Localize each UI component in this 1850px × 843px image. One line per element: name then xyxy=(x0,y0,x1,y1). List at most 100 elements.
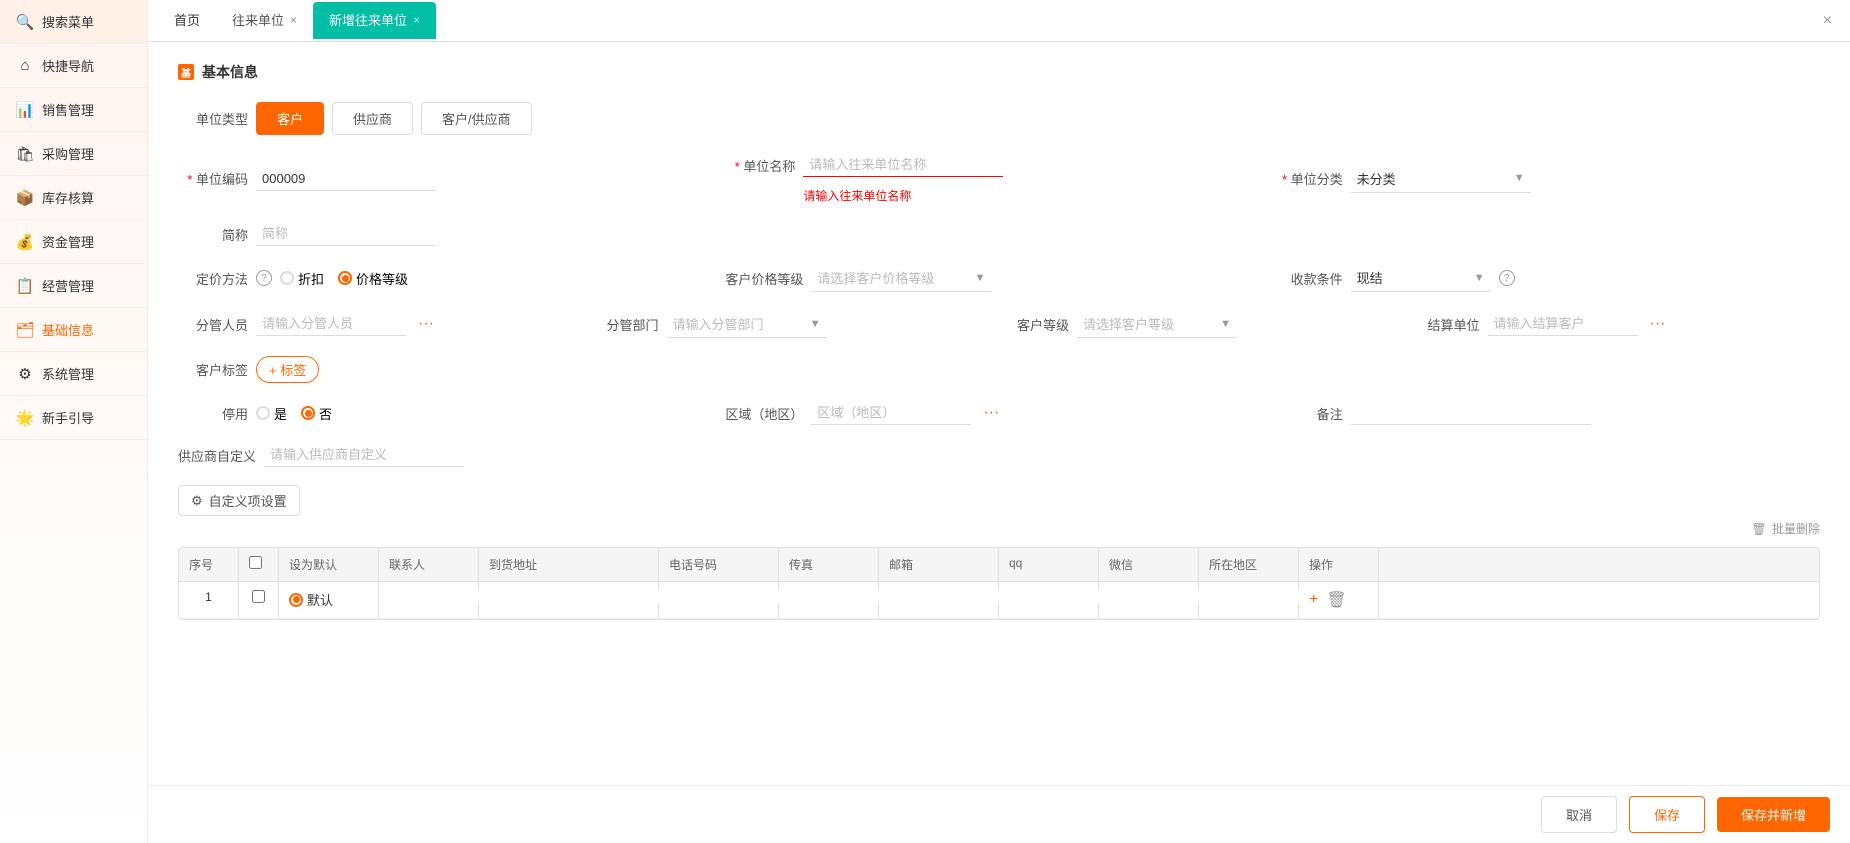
payment-terms-field: 收款条件 现结 ▼ ? xyxy=(1273,264,1820,292)
td-email[interactable] xyxy=(879,582,999,618)
short-name-input[interactable] xyxy=(256,222,436,246)
unit-type-both-btn[interactable]: 客户/供应商 xyxy=(421,102,532,135)
sidebar-item-operations[interactable]: 📋 经营管理 xyxy=(0,264,147,308)
unit-code-label: 单位编码 xyxy=(178,169,248,188)
row-delete-button[interactable]: 🗑 xyxy=(1326,590,1346,610)
settlement-unit-input[interactable] xyxy=(1488,312,1638,336)
sidebar-item-system[interactable]: ⚙ 系统管理 xyxy=(0,352,147,396)
tab-new-partner[interactable]: 新增往来单位 × xyxy=(313,2,436,39)
disabled-no-option[interactable]: 否 xyxy=(301,404,332,423)
fax-input[interactable] xyxy=(789,590,879,604)
sidebar-item-guide[interactable]: 🌟 新手引导 xyxy=(0,396,147,440)
sidebar-item-quicknav[interactable]: ⌂ 快捷导航 xyxy=(0,44,147,88)
disabled-no-radio xyxy=(301,406,315,420)
department-select[interactable]: 请输入分管部门 ▼ xyxy=(667,310,827,338)
region-input[interactable] xyxy=(811,401,971,425)
unit-type-buttons: 客户 供应商 客户/供应商 xyxy=(256,102,532,135)
table-row: 1 默认 + xyxy=(179,582,1819,619)
unit-category-select[interactable]: 未分类 ▼ xyxy=(1351,165,1531,193)
window-close-button[interactable]: × xyxy=(1815,12,1840,30)
customer-level-field: 客户等级 请选择客户等级 ▼ xyxy=(999,310,1410,338)
customer-level-select[interactable]: 请选择客户等级 ▼ xyxy=(1077,310,1237,338)
row-checkbox[interactable] xyxy=(252,590,265,603)
unit-code-input[interactable] xyxy=(256,167,436,191)
settings-gear-icon: ⚙ xyxy=(191,493,203,509)
td-checkbox[interactable] xyxy=(239,582,279,618)
sidebar-item-inventory[interactable]: 📦 库存核算 xyxy=(0,176,147,220)
table-select-all-checkbox[interactable] xyxy=(249,556,262,569)
tab-partners[interactable]: 往来单位 × xyxy=(216,2,313,39)
area-input[interactable] xyxy=(1209,590,1299,604)
payment-terms-arrow: ▼ xyxy=(1474,272,1485,284)
pricing-discount-radio xyxy=(280,271,294,285)
th-fax: 传真 xyxy=(779,548,879,581)
address-input[interactable] xyxy=(489,590,659,604)
inventory-icon: 📦 xyxy=(16,189,34,207)
unit-name-field: 单位名称 请输入往来单位名称 xyxy=(725,153,1272,204)
region-more-btn[interactable]: ··· xyxy=(979,404,1003,422)
batch-delete-label[interactable]: 批量删除 xyxy=(1772,522,1820,536)
row-default-radio-item[interactable]: 默认 xyxy=(289,590,368,609)
pricing-discount-option[interactable]: 折扣 xyxy=(280,269,324,288)
tags-field: 客户标签 + 标签 xyxy=(178,356,1820,383)
email-input[interactable] xyxy=(889,590,999,604)
td-wechat[interactable] xyxy=(1099,582,1199,618)
td-qq[interactable] xyxy=(999,582,1099,618)
pricing-price-level-option[interactable]: 价格等级 xyxy=(338,269,408,288)
unit-type-customer-btn[interactable]: 客户 xyxy=(256,102,324,135)
disabled-yes-option[interactable]: 是 xyxy=(256,404,287,423)
disabled-field: 停用 是 否 xyxy=(178,404,725,423)
pricing-method-help-icon[interactable]: ? xyxy=(256,270,272,286)
section-icon: 基 xyxy=(178,64,194,80)
disabled-radios: 是 否 xyxy=(256,404,332,423)
td-area[interactable] xyxy=(1199,582,1299,618)
remark-input[interactable] xyxy=(1351,401,1591,425)
operations-icon: 📋 xyxy=(16,277,34,295)
save-button[interactable]: 保存 xyxy=(1629,796,1705,833)
phone-input[interactable] xyxy=(669,590,779,604)
cancel-button[interactable]: 取消 xyxy=(1541,796,1617,833)
pricing-method-radios: 折扣 价格等级 xyxy=(280,269,408,288)
sidebar-item-finance[interactable]: 💰 资金管理 xyxy=(0,220,147,264)
sidebar-item-basic[interactable]: 🗂 基础信息 xyxy=(0,308,147,352)
settlement-unit-more-btn[interactable]: ··· xyxy=(1646,315,1670,333)
unit-type-supplier-btn[interactable]: 供应商 xyxy=(332,102,413,135)
customer-price-level-arrow: ▼ xyxy=(974,272,985,284)
payment-terms-select[interactable]: 现结 ▼ xyxy=(1351,264,1491,292)
supplier-custom-input[interactable] xyxy=(264,443,464,467)
save-and-new-button[interactable]: 保存并新增 xyxy=(1717,797,1830,832)
row-default-label: 默认 xyxy=(307,590,333,609)
tab-partners-close[interactable]: × xyxy=(290,13,297,27)
add-tag-button[interactable]: + 标签 xyxy=(256,356,319,383)
td-contact[interactable] xyxy=(379,582,479,618)
manager-input[interactable] xyxy=(256,312,406,336)
supplier-custom-field: 供应商自定义 xyxy=(178,443,1820,467)
batch-delete-area: 🗑 批量删除 xyxy=(178,520,1820,537)
custom-settings-button[interactable]: ⚙ 自定义项设置 xyxy=(178,485,300,516)
supplier-custom-label: 供应商自定义 xyxy=(178,446,256,465)
supplier-custom-row: 供应商自定义 xyxy=(178,443,1820,467)
unit-name-input[interactable] xyxy=(803,153,1003,177)
manager-more-btn[interactable]: ··· xyxy=(414,315,438,333)
th-address: 到货地址 xyxy=(479,548,659,581)
search-icon: 🔍 xyxy=(16,13,34,31)
td-phone[interactable] xyxy=(659,582,779,618)
th-qq: qq xyxy=(999,548,1099,581)
home-icon: ⌂ xyxy=(16,57,34,75)
td-address[interactable] xyxy=(479,582,659,618)
contact-input[interactable] xyxy=(389,590,479,604)
th-checkbox xyxy=(239,548,279,581)
qq-input[interactable] xyxy=(1009,590,1099,604)
customer-price-level-select[interactable]: 请选择客户价格等级 ▼ xyxy=(811,264,991,292)
sidebar-item-sales[interactable]: 📊 销售管理 xyxy=(0,88,147,132)
wechat-input[interactable] xyxy=(1109,590,1199,604)
tab-home[interactable]: 首页 xyxy=(158,2,216,39)
td-seq: 1 xyxy=(179,582,239,618)
sidebar-item-purchase[interactable]: 🛍 采购管理 xyxy=(0,132,147,176)
th-area: 所在地区 xyxy=(1199,548,1299,581)
payment-terms-help-icon[interactable]: ? xyxy=(1499,270,1515,286)
sidebar-item-search[interactable]: 🔍 搜索菜单 xyxy=(0,0,147,44)
td-fax[interactable] xyxy=(779,582,879,618)
tab-new-partner-close[interactable]: × xyxy=(413,13,420,27)
row-add-button[interactable]: + xyxy=(1309,591,1318,609)
